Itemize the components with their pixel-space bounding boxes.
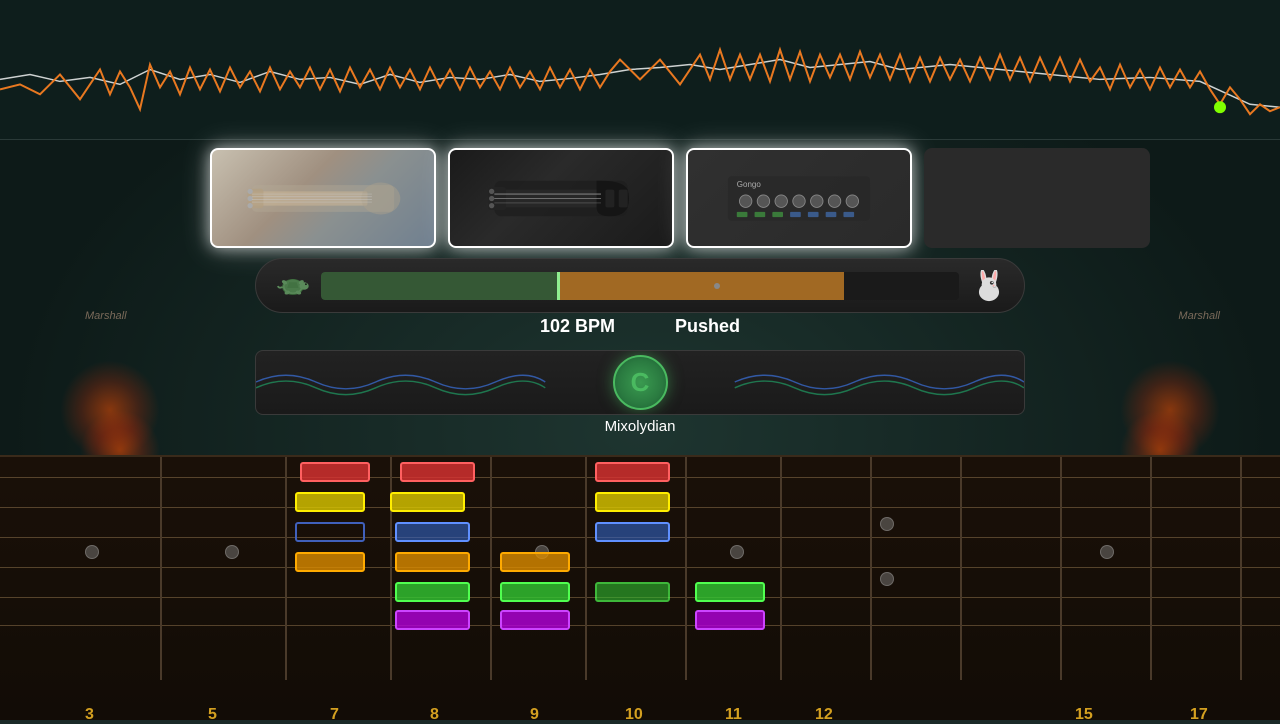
- fret-dot-5: [225, 545, 239, 559]
- fret-line-8: [870, 457, 872, 680]
- scale-mode: Mixolydian: [605, 418, 676, 435]
- waveform-svg: [0, 0, 1280, 139]
- tempo-cursor: [557, 272, 560, 300]
- note-blue-outline: [295, 522, 365, 542]
- tempo-bar: [255, 258, 1025, 313]
- string-4: [0, 567, 1280, 568]
- scale-key: C: [631, 367, 650, 398]
- panel-amp[interactable]: Gongo: [686, 148, 912, 248]
- fret-num-17: 17: [1190, 706, 1208, 724]
- note-red-3: [595, 462, 670, 482]
- fret-line-2: [285, 457, 287, 680]
- instrument-panels: Gongo: [210, 148, 1150, 248]
- fret-line-11: [1150, 457, 1152, 680]
- fret-dot-12a: [880, 517, 894, 531]
- fret-line-10: [1060, 457, 1062, 680]
- rabbit-icon: [969, 266, 1009, 306]
- note-red-2: [300, 462, 370, 482]
- tempo-orange-zone: [557, 272, 844, 300]
- fret-num-15: 15: [1075, 706, 1093, 724]
- speaker-label-right: Marshall: [1178, 310, 1220, 322]
- note-yellow-2: [295, 492, 365, 512]
- scale-key-circle: C: [613, 355, 668, 410]
- note-purple-2: [500, 610, 570, 630]
- note-blue-2: [595, 522, 670, 542]
- note-blue-1: [395, 522, 470, 542]
- fret-line-4: [490, 457, 492, 680]
- fret-line-5: [585, 457, 587, 680]
- fret-num-8: 8: [430, 706, 439, 724]
- fret-num-9: 9: [530, 706, 539, 724]
- scale-name-container: Mixolydian: [0, 418, 1280, 436]
- note-yellow-3: [595, 492, 670, 512]
- speaker-label-left: Marshall: [85, 310, 127, 322]
- bass-image: [481, 166, 641, 231]
- fret-num-7: 7: [330, 706, 339, 724]
- note-green-2: [500, 582, 570, 602]
- fret-line-12: [1240, 457, 1242, 680]
- fret-num-3: 3: [85, 706, 94, 724]
- fretboard: 3 5 7 8 9 10 11 12 15 17: [0, 455, 1280, 720]
- pushed-label: Pushed: [675, 316, 740, 337]
- note-green-4: [695, 582, 765, 602]
- svg-text:Gongo: Gongo: [737, 179, 762, 188]
- note-purple-1: [395, 610, 470, 630]
- tempo-green-zone: [321, 272, 557, 300]
- fret-num-11: 11: [725, 706, 742, 724]
- waveform-area: [0, 0, 1280, 140]
- fret-line-9: [960, 457, 962, 680]
- fret-dot-12b: [880, 572, 894, 586]
- scale-bar: C: [255, 350, 1025, 415]
- string-6: [0, 625, 1280, 626]
- fret-dot-11: [730, 545, 744, 559]
- tempo-dot: [714, 283, 720, 289]
- note-orange-2: [295, 552, 365, 572]
- fret-num-12: 12: [815, 706, 833, 724]
- guitar-image: [243, 166, 403, 231]
- fret-num-10: 10: [625, 706, 643, 724]
- note-orange-1: [395, 552, 470, 572]
- turtle-icon: [271, 266, 311, 306]
- panel-guitar[interactable]: [210, 148, 436, 248]
- fret-dot-15: [1100, 545, 1114, 559]
- fret-dot-3: [85, 545, 99, 559]
- tempo-labels: 102 BPM Pushed: [255, 316, 1025, 337]
- fret-line-6: [685, 457, 687, 680]
- panel-empty[interactable]: [924, 148, 1150, 248]
- note-purple-3: [695, 610, 765, 630]
- note-green-3: [595, 582, 670, 602]
- fret-line-1: [160, 457, 162, 680]
- note-orange-3: [500, 552, 570, 572]
- tempo-track: [321, 272, 959, 300]
- fret-num-5: 5: [208, 706, 217, 724]
- note-red-1: [400, 462, 475, 482]
- fret-line-3: [390, 457, 392, 680]
- note-yellow-1: [390, 492, 465, 512]
- amp-image: Gongo: [719, 166, 879, 231]
- bpm-label: 102 BPM: [540, 316, 615, 337]
- note-green-1: [395, 582, 470, 602]
- fret-line-7: [780, 457, 782, 680]
- panel-bass[interactable]: [448, 148, 674, 248]
